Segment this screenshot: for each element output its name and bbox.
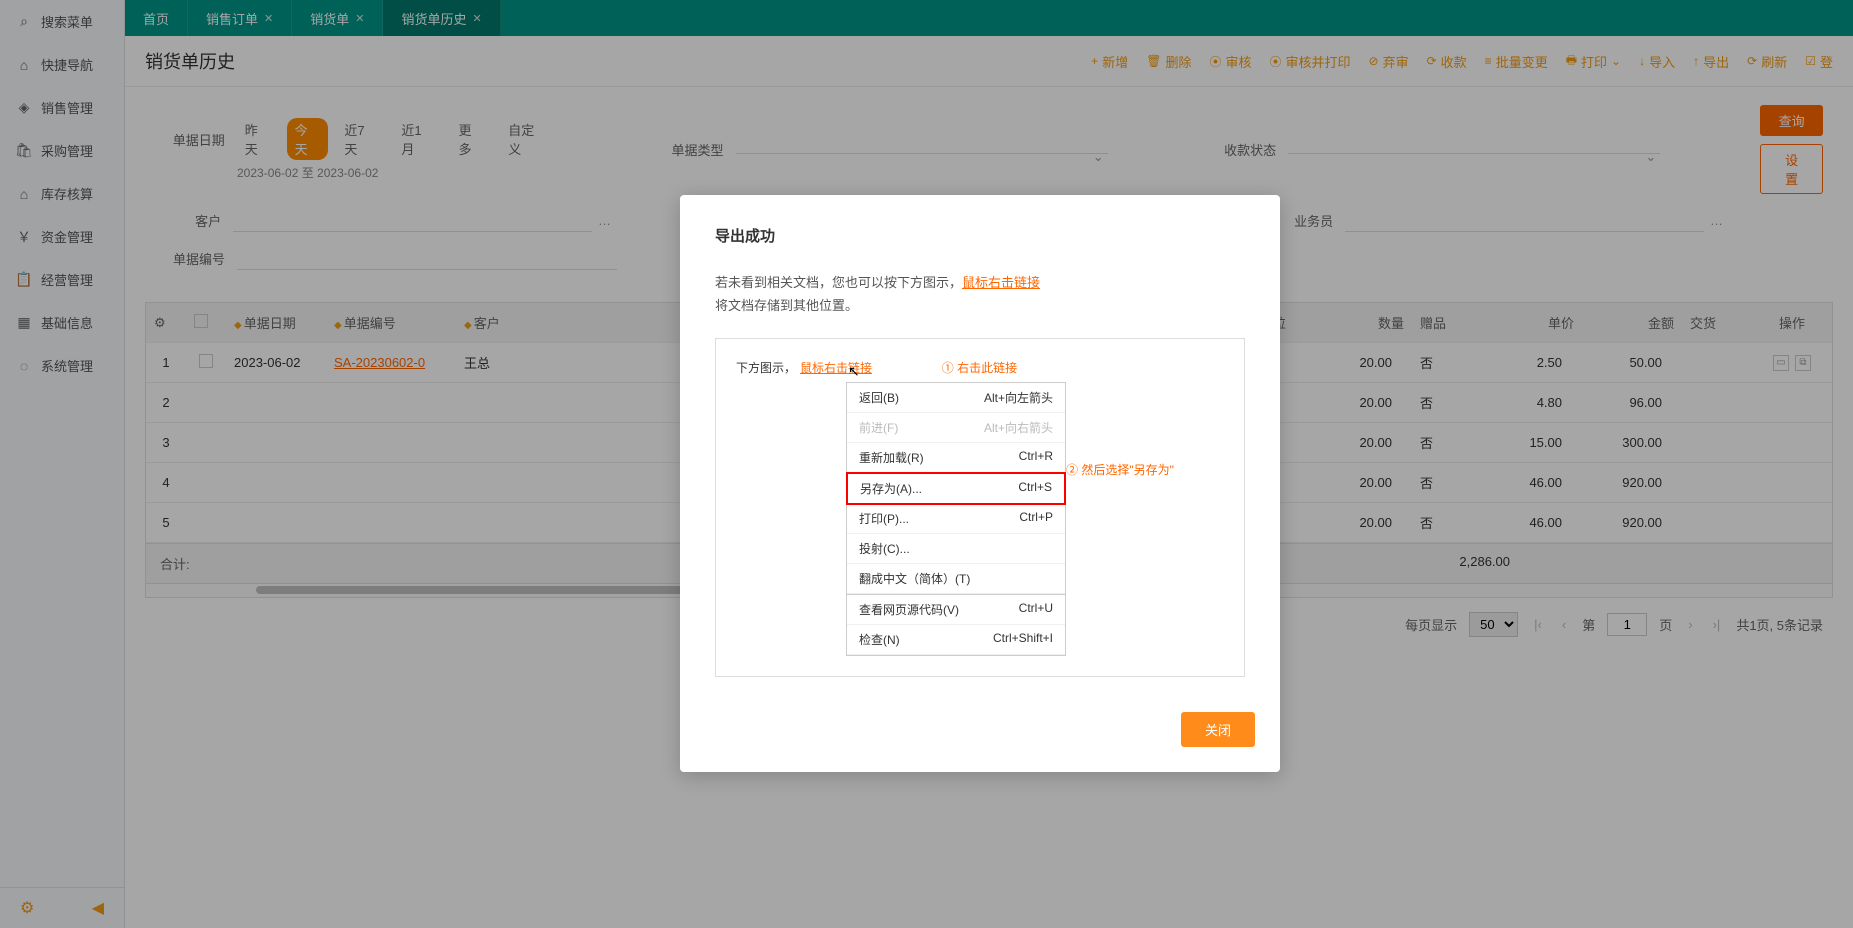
- context-menu-item: 重新加载(R)Ctrl+R: [847, 443, 1065, 473]
- context-menu-item: 另存为(A)...Ctrl+S: [846, 472, 1066, 505]
- close-button[interactable]: 关闭: [1181, 712, 1255, 747]
- cursor-icon: ↖: [848, 363, 860, 380]
- context-menu-item: 投射(C)...: [847, 534, 1065, 564]
- context-menu-item: 前进(F)Alt+向右箭头: [847, 413, 1065, 443]
- context-menu-item: 翻成中文（简体）(T): [847, 564, 1065, 594]
- context-menu-item: 打印(P)...Ctrl+P: [847, 504, 1065, 534]
- export-success-modal: 导出成功 若未看到相关文档，您也可以按下方图示，鼠标右击链接 将文档存储到其他位…: [680, 195, 1280, 772]
- context-menu-item: 检查(N)Ctrl+Shift+I: [847, 625, 1065, 655]
- inst-link: 鼠标右击链接: [800, 359, 872, 376]
- context-menu-item: 查看网页源代码(V)Ctrl+U: [847, 594, 1065, 625]
- context-menu-item: 返回(B)Alt+向左箭头: [847, 383, 1065, 413]
- modal-title: 导出成功: [715, 225, 1245, 246]
- modal-description: 若未看到相关文档，您也可以按下方图示，鼠标右击链接 将文档存储到其他位置。: [715, 271, 1245, 318]
- step2-label: ② 然后选择"另存为": [1066, 461, 1174, 478]
- modal-desc-link[interactable]: 鼠标右击链接: [962, 275, 1040, 290]
- instruction-box: 下方图示， 鼠标右击链接 ↖ ① 右击此链接 返回(B)Alt+向左箭头前进(F…: [715, 338, 1245, 677]
- step1-label: ① 右击此链接: [942, 359, 1017, 376]
- modal-desc-text: 若未看到相关文档，您也可以按下方图示，: [715, 275, 962, 290]
- inst-prefix: 下方图示，: [736, 359, 796, 376]
- modal-footer: 关闭: [680, 697, 1280, 772]
- modal-desc-text2: 将文档存储到其他位置。: [715, 298, 858, 313]
- context-menu-illustration: 返回(B)Alt+向左箭头前进(F)Alt+向右箭头重新加载(R)Ctrl+R另…: [846, 382, 1066, 656]
